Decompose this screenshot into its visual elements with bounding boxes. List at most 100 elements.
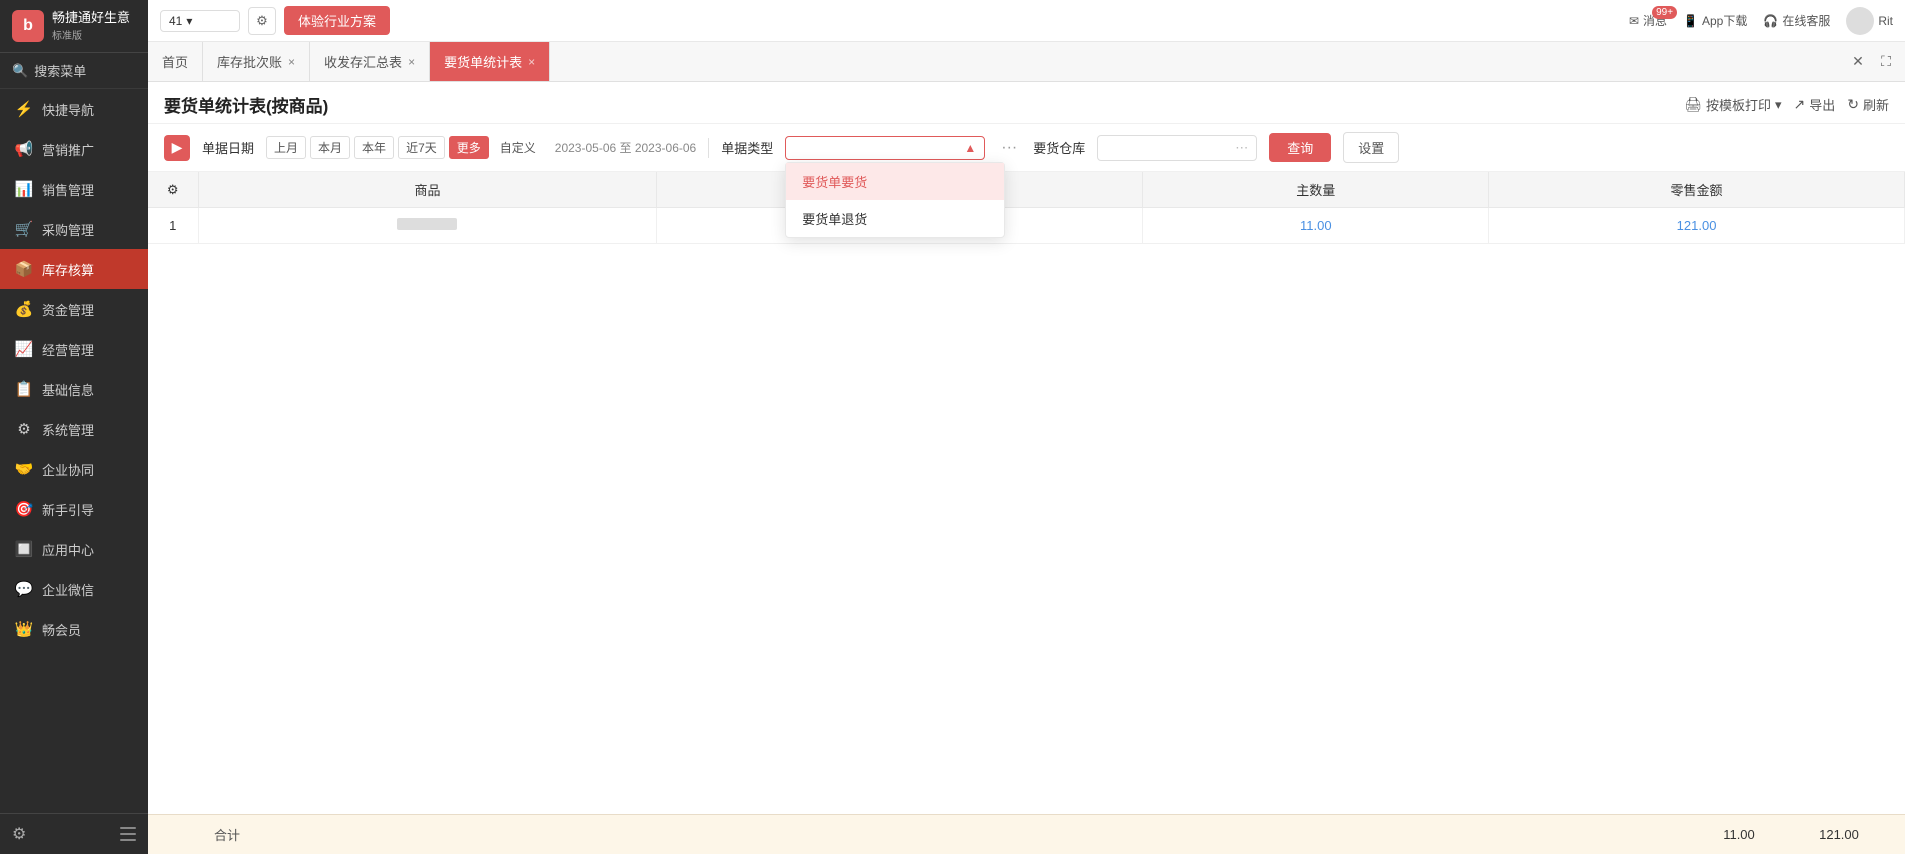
print-action[interactable]: 🖨 按模板打印 ▾ <box>1684 95 1781 114</box>
system-icon: ⚙ <box>14 419 34 439</box>
online-service-item[interactable]: 🎧 在线客服 <box>1763 12 1830 29</box>
store-selector[interactable]: 41 ▾ <box>160 10 240 32</box>
date-btn-last-month[interactable]: 上月 <box>266 136 306 159</box>
refresh-icon: ↻ <box>1847 96 1859 113</box>
app-download-item[interactable]: 📱 App下载 <box>1683 12 1747 29</box>
sidebar-item-purchase[interactable]: 🛒 采购管理 <box>0 209 148 249</box>
tab-bar-actions: ✕ ⛶ <box>1839 42 1905 81</box>
date-btn-more[interactable]: 更多 <box>449 136 489 159</box>
export-action[interactable]: ↗ 导出 <box>1794 95 1836 114</box>
tab-close-all-button[interactable]: ✕ <box>1847 51 1869 73</box>
filter-expand-button[interactable]: ▶ <box>164 135 190 161</box>
sidebar-item-operations[interactable]: 📈 经营管理 <box>0 329 148 369</box>
sidebar-label-marketing: 营销推广 <box>42 140 94 159</box>
table-row: 1 块 11.00 121.00 <box>148 208 1905 244</box>
refresh-action[interactable]: ↻ 刷新 <box>1847 95 1889 114</box>
dropdown-item-order-delivery[interactable]: 要货单要货 <box>786 163 1004 200</box>
date-btn-this-year[interactable]: 本年 <box>354 136 394 159</box>
user-profile[interactable]: Rit <box>1846 7 1893 35</box>
table-footer: 合计 11.00 121.00 <box>148 814 1905 854</box>
sidebar-item-guide[interactable]: 🎯 新手引导 <box>0 489 148 529</box>
store-number: 41 <box>169 14 182 28</box>
sidebar-label-apps: 应用中心 <box>42 540 94 559</box>
sidebar-label-operations: 经营管理 <box>42 340 94 359</box>
sidebar-item-wechat[interactable]: 💬 企业微信 <box>0 569 148 609</box>
member-icon: 👑 <box>14 619 34 639</box>
tab-receive-summary[interactable]: 收发存汇总表 × <box>310 42 430 81</box>
finance-icon: 💰 <box>14 299 34 319</box>
sales-icon: 📊 <box>14 179 34 199</box>
header-settings-button[interactable]: ⚙ <box>248 7 276 35</box>
messages-item[interactable]: ✉ 消息 99+ <box>1629 12 1667 29</box>
sidebar-item-finance[interactable]: 💰 资金管理 <box>0 289 148 329</box>
marketing-icon: 📢 <box>14 139 34 159</box>
sidebar-item-member[interactable]: 👑 畅会员 <box>0 609 148 649</box>
print-label: 按模板打印 <box>1706 95 1771 114</box>
sidebar-collapse-button[interactable] <box>120 827 136 841</box>
top-header: 41 ▾ ⚙ 体验行业方案 ✉ 消息 99+ 📱 App下载 🎧 在线客服 <box>148 0 1905 42</box>
logo-icon: b <box>12 10 44 42</box>
sidebar-item-system[interactable]: ⚙ 系统管理 <box>0 409 148 449</box>
trial-button[interactable]: 体验行业方案 <box>284 6 390 35</box>
settings-icon[interactable]: ⚙ <box>12 824 26 844</box>
sidebar-nav: ⚡ 快捷导航 📢 营销推广 📊 销售管理 🛒 采购管理 📦 库存核算 💰 资金管… <box>0 89 148 813</box>
sidebar-item-enterprise[interactable]: 🤝 企业协同 <box>0 449 148 489</box>
date-btn-this-month[interactable]: 本月 <box>310 136 350 159</box>
top-left: 41 ▾ ⚙ 体验行业方案 <box>160 6 390 35</box>
tab-maximize-button[interactable]: ⛶ <box>1875 51 1897 73</box>
tab-home-label: 首页 <box>162 52 188 71</box>
sidebar-item-shortcuts[interactable]: ⚡ 快捷导航 <box>0 89 148 129</box>
date-custom-btn[interactable]: 自定义 <box>493 137 543 158</box>
avatar <box>1846 7 1874 35</box>
print-icon: 🖨 <box>1684 96 1702 113</box>
query-button[interactable]: 查询 <box>1269 133 1331 162</box>
date-range-display: 2023-05-06 至 2023-06-06 <box>555 139 696 156</box>
messages-badge: 99+ <box>1652 6 1677 19</box>
enterprise-icon: 🤝 <box>14 459 34 479</box>
logo-company-name: 畅捷通好生意 <box>52 10 130 27</box>
page-title: 要货单统计表(按商品) <box>164 92 328 117</box>
sidebar-label-member: 畅会员 <box>42 620 81 639</box>
footer-amount: 121.00 <box>1789 827 1889 842</box>
tab-order-summary[interactable]: 要货单统计表 × <box>430 42 550 81</box>
tab-inventory-batch-label: 库存批次账 <box>217 52 282 71</box>
col-product-label: 商品 <box>414 183 440 198</box>
type-filter-wrapper: ▲ 要货单要货 要货单退货 <box>785 136 985 160</box>
top-right: ✉ 消息 99+ 📱 App下载 🎧 在线客服 Rit <box>1629 7 1893 35</box>
footer-quantity: 11.00 <box>1689 827 1789 842</box>
main-content: 41 ▾ ⚙ 体验行业方案 ✉ 消息 99+ 📱 App下载 🎧 在线客服 <box>148 0 1905 854</box>
wechat-icon: 💬 <box>14 579 34 599</box>
sidebar-label-finance: 资金管理 <box>42 300 94 319</box>
filter-more-fields-icon[interactable]: ··· <box>997 139 1021 157</box>
col-quantity: 主数量 <box>1143 172 1489 208</box>
sidebar-logo: b 畅捷通好生意 标准版 <box>0 0 148 53</box>
warehouse-filter-select[interactable]: ⋯ <box>1097 135 1257 161</box>
page-content: 要货单统计表(按商品) 🖨 按模板打印 ▾ ↗ 导出 ↻ 刷新 ▶ <box>148 82 1905 854</box>
tab-order-summary-close[interactable]: × <box>528 55 535 69</box>
app-download-label: App下载 <box>1702 12 1747 29</box>
sidebar-item-apps[interactable]: 🔲 应用中心 <box>0 529 148 569</box>
sidebar-label-shortcuts: 快捷导航 <box>42 100 94 119</box>
sidebar-item-inventory[interactable]: 📦 库存核算 <box>0 249 148 289</box>
col-settings[interactable]: ⚙ <box>148 172 198 208</box>
sidebar-item-basic[interactable]: 📋 基础信息 <box>0 369 148 409</box>
sidebar-item-sales[interactable]: 📊 销售管理 <box>0 169 148 209</box>
sidebar-search[interactable]: 🔍 搜索菜单 <box>0 53 148 89</box>
sidebar-item-marketing[interactable]: 📢 营销推广 <box>0 129 148 169</box>
date-btn-last-7-days[interactable]: 近7天 <box>398 136 445 159</box>
tab-home[interactable]: 首页 <box>148 42 203 81</box>
sidebar-label-system: 系统管理 <box>42 420 94 439</box>
tab-receive-summary-close[interactable]: × <box>408 55 415 69</box>
tab-inventory-batch[interactable]: 库存批次账 × <box>203 42 310 81</box>
type-filter-select[interactable]: ▲ <box>785 136 985 160</box>
footer-quantity-value: 11.00 <box>1723 827 1755 842</box>
sidebar-label-purchase: 采购管理 <box>42 220 94 239</box>
table-settings-icon[interactable]: ⚙ <box>167 182 179 197</box>
chevron-down-icon: ▾ <box>186 14 192 28</box>
tab-inventory-batch-close[interactable]: × <box>288 55 295 69</box>
dropdown-item-order-return[interactable]: 要货单退货 <box>786 200 1004 237</box>
tab-bar: 首页 库存批次账 × 收发存汇总表 × 要货单统计表 × ✕ ⛶ <box>148 42 1905 82</box>
set-button[interactable]: 设置 <box>1343 132 1399 163</box>
search-icon: 🔍 <box>12 63 28 79</box>
sidebar: b 畅捷通好生意 标准版 🔍 搜索菜单 ⚡ 快捷导航 📢 营销推广 📊 销售管理… <box>0 0 148 854</box>
